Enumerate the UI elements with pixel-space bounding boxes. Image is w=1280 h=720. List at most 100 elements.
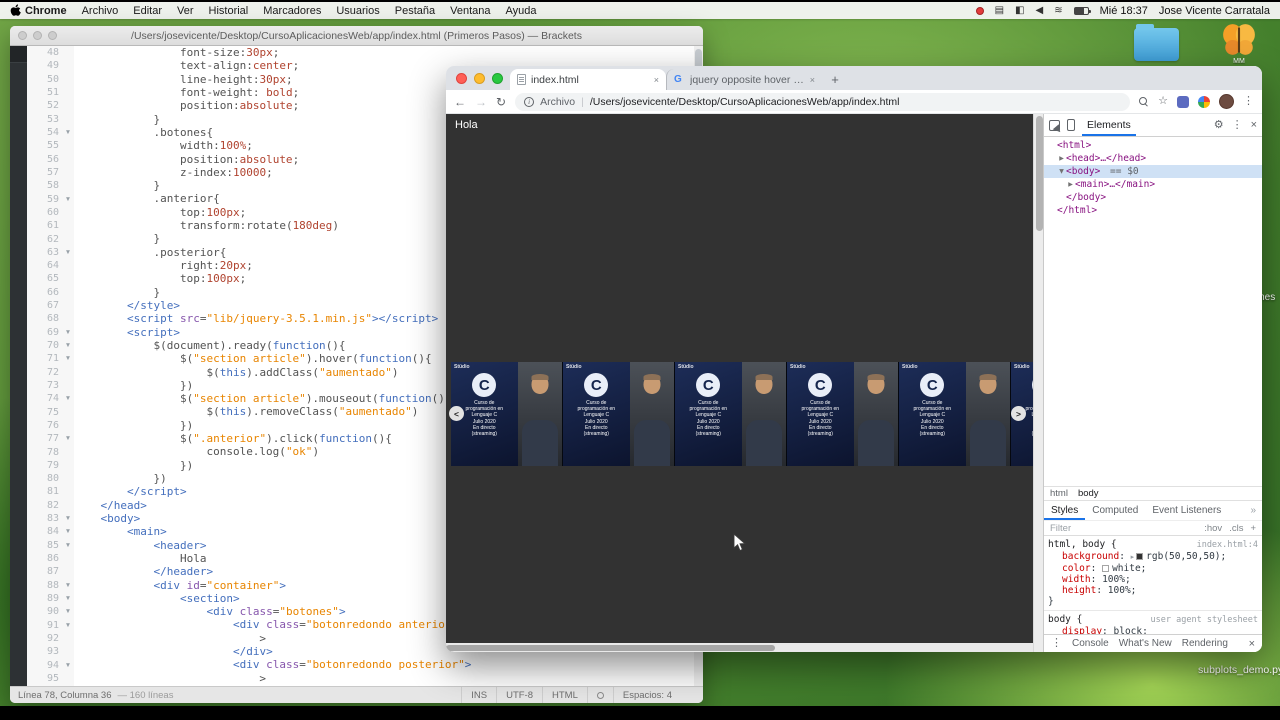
- menu-item-historial[interactable]: Historial: [209, 5, 249, 17]
- menu-item-ventana[interactable]: Ventana: [450, 5, 490, 17]
- brackets-zoom-button[interactable]: [48, 31, 57, 40]
- toggle-cls[interactable]: .cls: [1229, 523, 1243, 534]
- profile-avatar[interactable]: [1219, 94, 1234, 109]
- menu-item-chrome[interactable]: Chrome: [25, 5, 67, 17]
- inspect-element-icon[interactable]: [1049, 119, 1060, 131]
- css-property[interactable]: background: ▸ rgb(50,50,50);: [1048, 551, 1258, 563]
- insert-mode[interactable]: INS: [461, 687, 496, 703]
- menu-item-pestaña[interactable]: Pestaña: [395, 5, 435, 17]
- dom-node[interactable]: </html>: [1044, 204, 1262, 217]
- desktop-file-label[interactable]: subplots_demo.py: [1198, 664, 1280, 676]
- video-thumbnail[interactable]: StüdioCCurso deprogramación enLenguaje C…: [675, 362, 787, 466]
- battery-icon[interactable]: [1073, 6, 1091, 15]
- tab-elements[interactable]: Elements: [1082, 114, 1136, 136]
- menu-item-marcadores[interactable]: Marcadores: [263, 5, 321, 17]
- volume-icon[interactable]: ◀: [1036, 5, 1044, 16]
- new-tab-button[interactable]: +: [822, 69, 848, 90]
- rule-source-link[interactable]: user agent stylesheet: [1145, 615, 1258, 626]
- page-scrollbar-thumb[interactable]: [1035, 116, 1043, 231]
- browser-menu-icon[interactable]: ⋮: [1243, 96, 1254, 107]
- folder-icon[interactable]: [1134, 24, 1179, 61]
- carousel-next-button[interactable]: >: [1011, 406, 1026, 421]
- pane-tab--[interactable]: »: [1244, 501, 1262, 520]
- drawer-tab-what-s-new[interactable]: What's New: [1119, 638, 1172, 649]
- styles-filter-input[interactable]: Filter: [1050, 523, 1071, 534]
- back-button[interactable]: ←: [454, 96, 466, 108]
- horizontal-scrollbar-thumb[interactable]: [446, 644, 775, 651]
- menu-item-editar[interactable]: Editar: [133, 5, 162, 17]
- drawer-close-icon[interactable]: ×: [1249, 638, 1255, 650]
- css-property[interactable]: height: 100%;: [1048, 585, 1258, 596]
- menu-item-ayuda[interactable]: Ayuda: [505, 5, 536, 17]
- extension-icon[interactable]: [1177, 95, 1189, 108]
- carousel-prev-button[interactable]: <: [449, 406, 464, 421]
- device-toolbar-icon[interactable]: [1067, 119, 1075, 131]
- dom-node[interactable]: ▶ <head>…</head>: [1044, 152, 1262, 165]
- wifi-icon[interactable]: ≋: [1054, 5, 1062, 16]
- video-thumbnail[interactable]: StüdioCCurso deprogramación enLenguaje C…: [787, 362, 899, 466]
- color-swatch[interactable]: [1136, 553, 1144, 560]
- bookmark-star-icon[interactable]: ☆: [1158, 96, 1168, 107]
- tab-index-html[interactable]: index.html ×: [510, 69, 666, 90]
- butterfly-icon[interactable]: [1221, 22, 1257, 58]
- css-property[interactable]: width: 100%;: [1048, 574, 1258, 585]
- code-line[interactable]: 94 ▼ <div class="botonredondo posterior">: [27, 658, 703, 671]
- brackets-minimize-button[interactable]: [33, 31, 42, 40]
- rule-source-link[interactable]: index.html:4: [1191, 540, 1258, 551]
- devtools-menu-icon[interactable]: ⋮: [1232, 119, 1243, 131]
- display-icon[interactable]: ▤: [995, 5, 1004, 16]
- minimize-button[interactable]: [474, 73, 485, 84]
- drawer-tab-console[interactable]: Console: [1072, 638, 1109, 649]
- extension-colored-icon[interactable]: [1198, 95, 1210, 108]
- pane-tab-styles[interactable]: Styles: [1044, 501, 1085, 520]
- info-icon[interactable]: i: [524, 96, 535, 107]
- reload-button[interactable]: ↻: [496, 96, 506, 108]
- menu-item-ver[interactable]: Ver: [177, 5, 194, 17]
- menubar-user[interactable]: Jose Vicente Carratala: [1159, 5, 1270, 17]
- address-bar[interactable]: i Archivo | /Users/josevicente/Desktop/C…: [515, 92, 1131, 111]
- forward-button[interactable]: →: [475, 96, 487, 108]
- tab-google-search[interactable]: G jquery opposite hover - Busca ×: [666, 69, 822, 90]
- zoom-button[interactable]: [492, 73, 503, 84]
- apple-menu-icon[interactable]: [10, 4, 21, 17]
- toggle-hov[interactable]: :hov: [1204, 523, 1222, 534]
- devtools-close-icon[interactable]: ×: [1251, 119, 1257, 131]
- encoding[interactable]: UTF-8: [496, 687, 542, 703]
- crumb-html[interactable]: html: [1050, 488, 1068, 499]
- record-icon[interactable]: [975, 6, 984, 15]
- video-thumbnail[interactable]: StüdioCCurso deprogramación enLenguaje C…: [899, 362, 1011, 466]
- lint-indicator[interactable]: [586, 687, 613, 703]
- page-scrollbar[interactable]: [1033, 114, 1043, 652]
- toggle-[interactable]: +: [1250, 523, 1256, 534]
- dom-node[interactable]: <html>: [1044, 139, 1262, 152]
- horizontal-scrollbar[interactable]: [446, 643, 1033, 652]
- search-icon[interactable]: [1139, 96, 1149, 107]
- brackets-titlebar[interactable]: /Users/josevicente/Desktop/CursoAplicaci…: [10, 26, 703, 46]
- video-thumbnail[interactable]: StüdioCCurso deprogramación enLenguaje C…: [451, 362, 563, 466]
- menu-item-usuarios[interactable]: Usuarios: [336, 5, 379, 17]
- css-property[interactable]: color: white;: [1048, 563, 1258, 574]
- crumb-body[interactable]: body: [1078, 488, 1099, 499]
- dom-node[interactable]: </body>: [1044, 191, 1262, 204]
- language-mode[interactable]: HTML: [542, 687, 587, 703]
- css-property[interactable]: display: block;: [1048, 626, 1258, 634]
- style-rule[interactable]: html, body {index.html:4 background: ▸ rgb…: [1044, 536, 1262, 611]
- keyboard-icon[interactable]: ◧: [1015, 5, 1024, 16]
- menu-item-archivo[interactable]: Archivo: [82, 5, 119, 17]
- close-button[interactable]: [456, 73, 467, 84]
- menubar-clock[interactable]: Mié 18:37: [1100, 5, 1148, 17]
- color-swatch[interactable]: [1102, 565, 1110, 572]
- devtools-settings-icon[interactable]: ⚙: [1214, 119, 1224, 131]
- pane-tab-computed[interactable]: Computed: [1085, 501, 1145, 520]
- code-line[interactable]: 95 >: [27, 672, 703, 685]
- pane-tab-event-listeners[interactable]: Event Listeners: [1145, 501, 1228, 520]
- code-line[interactable]: 48 font-size:30px;: [27, 46, 703, 59]
- video-thumbnail[interactable]: StüdioCCurso deprogramación enLenguaje C…: [563, 362, 675, 466]
- dom-node[interactable]: ▼ <body> == $0: [1044, 165, 1262, 178]
- brackets-sidebar[interactable]: [10, 46, 27, 686]
- drawer-menu-icon[interactable]: ⋮: [1051, 638, 1062, 649]
- tab-close-icon[interactable]: ×: [654, 75, 659, 85]
- brackets-close-button[interactable]: [18, 31, 27, 40]
- indent-setting[interactable]: Espacios: 4: [612, 687, 681, 703]
- drawer-tab-rendering[interactable]: Rendering: [1182, 638, 1228, 649]
